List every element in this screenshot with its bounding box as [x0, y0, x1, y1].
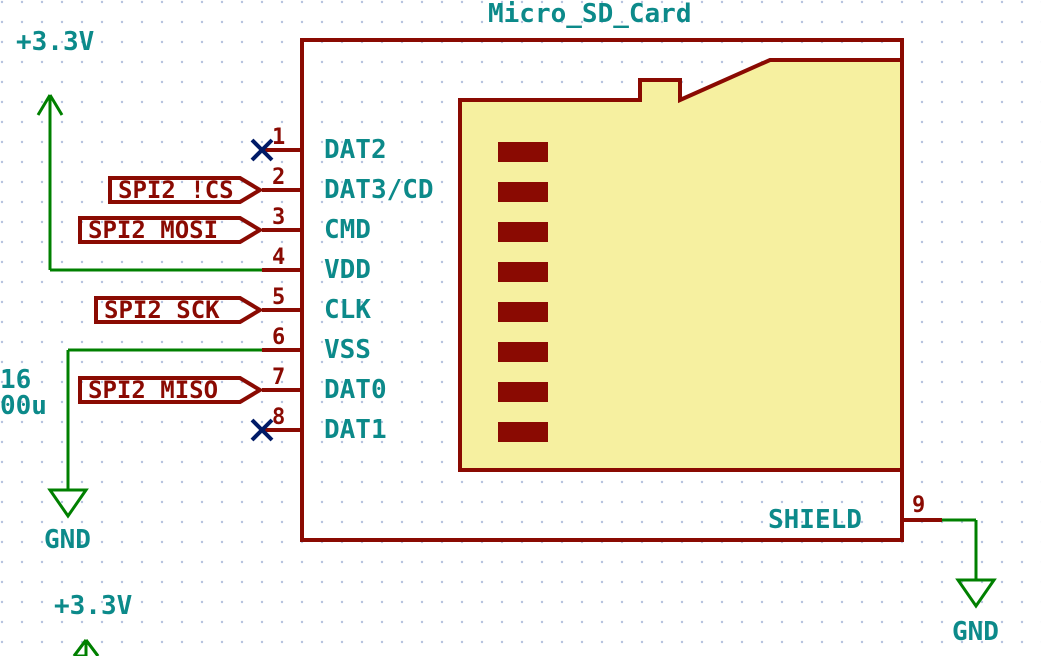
svg-text:7: 7 [272, 365, 285, 390]
svg-text:5: 5 [272, 285, 285, 310]
svg-text:DAT0: DAT0 [324, 375, 387, 405]
svg-text:SPI2_!CS: SPI2_!CS [118, 176, 234, 204]
cropped-text-2: 00u [0, 391, 47, 421]
svg-text:SPI2_MOSI: SPI2_MOSI [88, 216, 218, 244]
svg-text:CLK: CLK [324, 295, 371, 325]
svg-text:SPI2_SCK: SPI2_SCK [104, 296, 220, 324]
svg-text:1: 1 [272, 125, 285, 150]
svg-text:GND: GND [44, 525, 91, 555]
svg-text:SHIELD: SHIELD [768, 505, 862, 535]
svg-text:VSS: VSS [324, 335, 371, 365]
svg-text:4: 4 [272, 245, 285, 270]
svg-text:9: 9 [912, 493, 925, 518]
svg-text:DAT3/CD: DAT3/CD [324, 175, 434, 205]
svg-text:DAT2: DAT2 [324, 135, 387, 165]
svg-text:6: 6 [272, 325, 285, 350]
svg-text:+3.3V: +3.3V [16, 27, 94, 57]
svg-text:VDD: VDD [324, 255, 371, 285]
svg-text:CMD: CMD [324, 215, 371, 245]
svg-text:GND: GND [952, 617, 999, 647]
component-title: Micro_SD_Card [488, 0, 692, 29]
svg-text:SPI2_MISO: SPI2_MISO [88, 376, 218, 404]
svg-text:2: 2 [272, 165, 285, 190]
svg-text:+3.3V: +3.3V [54, 591, 132, 621]
svg-text:DAT1: DAT1 [324, 415, 387, 445]
svg-text:3: 3 [272, 205, 285, 230]
svg-text:8: 8 [272, 405, 285, 430]
